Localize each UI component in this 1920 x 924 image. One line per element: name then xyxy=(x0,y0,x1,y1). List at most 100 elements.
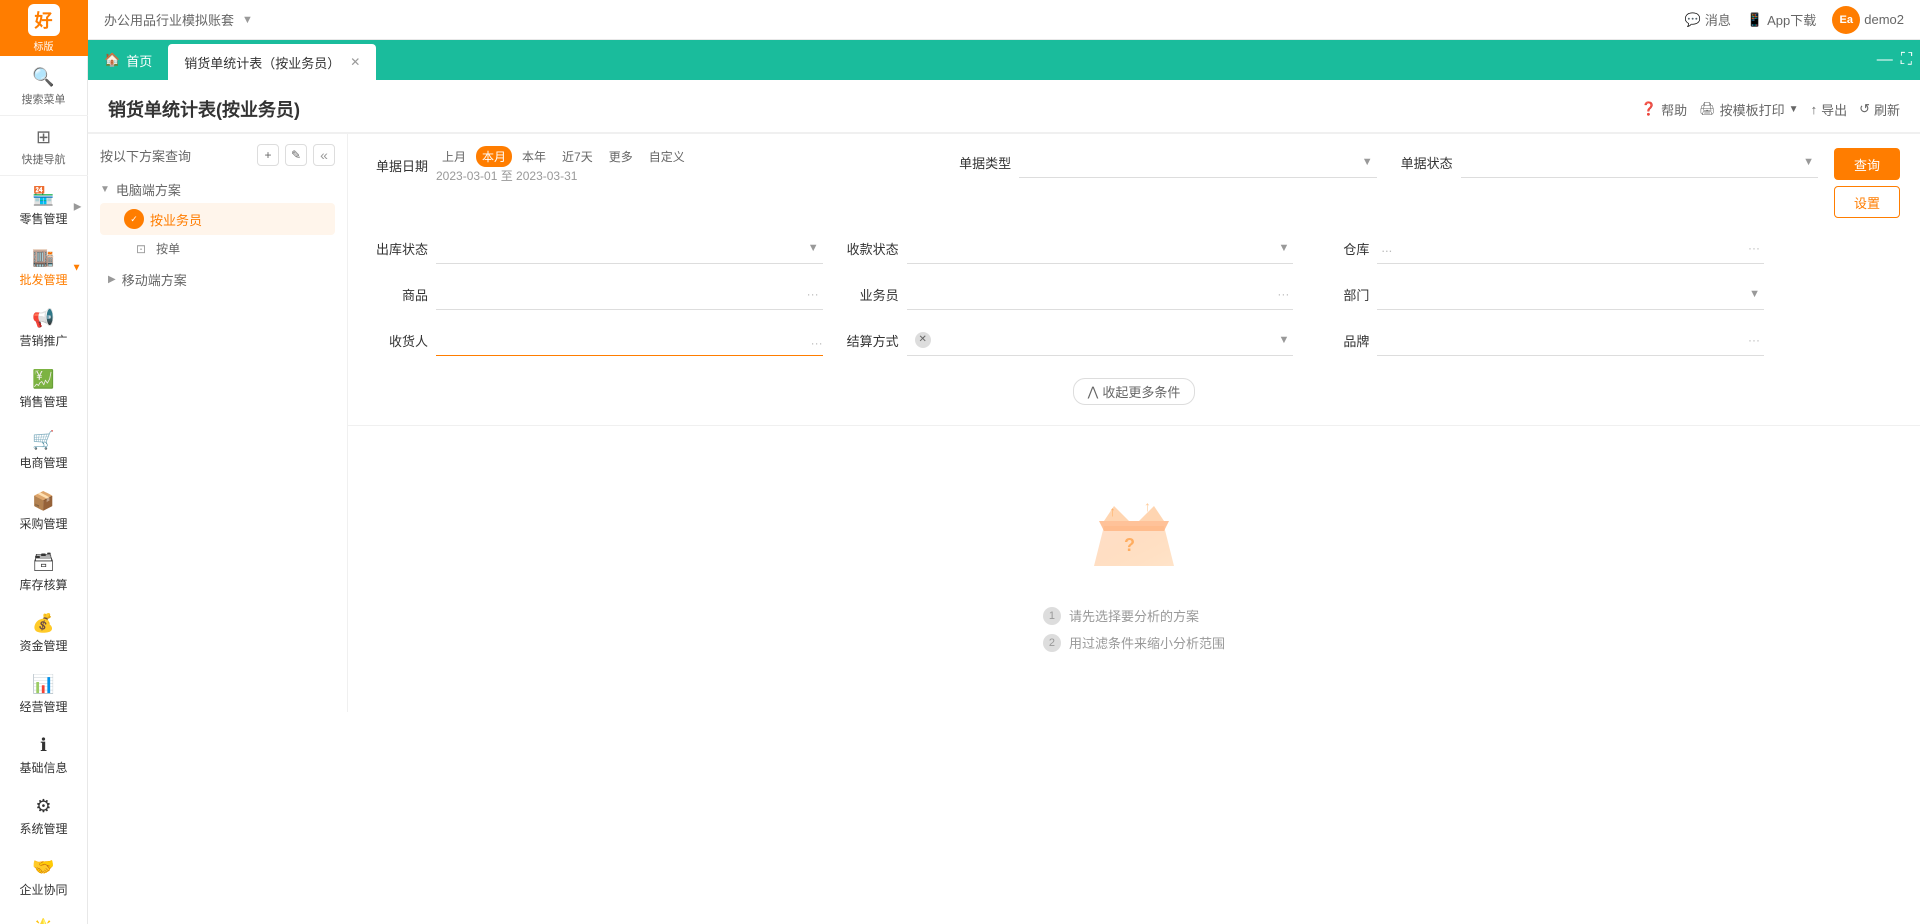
consignee-input[interactable] xyxy=(436,324,823,356)
svg-text:?: ? xyxy=(1124,535,1135,555)
sidebar-item-finance[interactable]: 💰 资金管理 xyxy=(0,603,88,664)
warehouse-more-icon: ··· xyxy=(1748,241,1760,255)
date-tab-7days[interactable]: 近7天 xyxy=(556,146,599,167)
receipt-status-arrow-icon: ▼ xyxy=(1278,242,1289,254)
collapse-conditions-btn[interactable]: ⋀ 收起更多条件 xyxy=(1073,378,1196,405)
minus-tab-icon[interactable]: — xyxy=(1877,51,1893,69)
sidebar-item-purchase[interactable]: 📦 采购管理 xyxy=(0,481,88,542)
management-icon: 📊 xyxy=(32,674,54,695)
tab-home[interactable]: 🏠 首页 xyxy=(88,40,168,80)
inventory-icon: 🗃 xyxy=(32,552,55,573)
sidebar-item-ecommerce[interactable]: 🛒 电商管理 xyxy=(0,420,88,481)
app-download-btn[interactable]: 📱 App下载 xyxy=(1747,10,1816,29)
sidebar-item-inventory[interactable]: 🗃 库存核算 xyxy=(0,542,88,603)
empty-state: ? ↑ ↑ 1 请先选择要分析的方案 2 xyxy=(348,426,1920,712)
out-status-select[interactable]: ▼ xyxy=(436,232,823,264)
export-btn[interactable]: ↑ 导出 xyxy=(1811,100,1848,119)
sidebar-item-search[interactable]: 🔍 搜索菜单 xyxy=(0,56,88,116)
payment-select[interactable]: ✕ ▼ xyxy=(907,324,1294,356)
brand-select[interactable]: ··· xyxy=(1377,324,1764,356)
template-print-dropdown-icon[interactable]: ▼ xyxy=(1789,104,1799,115)
edit-icon: ✎ xyxy=(291,148,301,162)
receipt-status-select[interactable]: ▼ xyxy=(907,232,1294,264)
salesperson-control: ··· xyxy=(907,278,1294,310)
sidebar-item-wholesale[interactable]: 🏬 批发管理 ▼ xyxy=(0,237,88,298)
breadcrumb-dropdown-icon[interactable]: ▼ xyxy=(242,14,253,26)
tip-num-2: 2 xyxy=(1043,634,1061,652)
user-profile[interactable]: Ea demo2 xyxy=(1832,6,1904,34)
doc-status-arrow-icon: ▼ xyxy=(1803,156,1814,168)
message-icon: 💬 xyxy=(1685,12,1701,28)
scheme-group-mobile-header[interactable]: ▶ 移动端方案 xyxy=(100,266,335,293)
help-icon: ❓ xyxy=(1641,101,1657,117)
date-tab-more[interactable]: 更多 xyxy=(603,146,639,167)
doc-type-select[interactable]: ▼ xyxy=(1019,146,1376,178)
goods-select[interactable]: ··· xyxy=(436,278,823,310)
dept-select[interactable]: ▼ xyxy=(1377,278,1764,310)
payment-arrow-icon: ▼ xyxy=(1278,334,1289,346)
date-range-text: 2023-03-01 至 2023-03-31 xyxy=(436,167,935,184)
sidebar-item-sales[interactable]: 💹 销售管理 xyxy=(0,359,88,420)
empty-tip-1: 1 请先选择要分析的方案 xyxy=(1043,606,1225,625)
help-btn[interactable]: ❓ 帮助 xyxy=(1641,100,1687,119)
message-btn[interactable]: 💬 消息 xyxy=(1685,10,1731,29)
date-tab-custom[interactable]: 自定义 xyxy=(643,146,691,167)
warehouse-label: 仓库 xyxy=(1309,239,1369,258)
grid-icon: ⊞ xyxy=(36,127,51,148)
maximize-tab-icon[interactable]: ⛶ xyxy=(1901,51,1912,69)
scheme-group-mobile-label: 移动端方案 xyxy=(122,270,187,289)
settings-button[interactable]: 设置 xyxy=(1834,186,1900,218)
sidebar-item-collab[interactable]: 🤝 企业协同 xyxy=(0,847,88,908)
salesperson-select[interactable]: ··· xyxy=(907,278,1294,310)
tab-close-icon[interactable]: ✕ xyxy=(350,55,360,69)
date-tab-this-month[interactable]: 本月 xyxy=(476,146,512,167)
doc-status-control: ▼ xyxy=(1461,146,1818,178)
filter-item-doc-status: 单据状态 ▼ xyxy=(1393,146,1818,178)
scheme-collapse-btn[interactable]: « xyxy=(313,144,335,166)
scheme-item-icon: ✓ xyxy=(124,209,144,229)
dept-control: ▼ xyxy=(1377,278,1764,310)
consignee-control: ··· xyxy=(436,324,823,356)
scheme-panel: 按以下方案查询 + ✎ « xyxy=(88,134,348,712)
filter-right: 单据日期 上月 本月 本年 近7天 更多 xyxy=(348,134,1920,712)
sidebar-item-marketing[interactable]: 📢 营销推广 xyxy=(0,298,88,359)
warehouse-select[interactable]: ... ··· xyxy=(1377,232,1764,264)
home-icon: 🏠 xyxy=(104,52,120,68)
tab-sales-stat[interactable]: 销货单统计表（按业务员） ✕ xyxy=(168,44,376,80)
date-control: 上月 本月 本年 近7天 更多 自定义 2023-03-01 至 xyxy=(436,146,935,184)
payment-close-btn[interactable]: ✕ xyxy=(915,332,931,348)
receipt-status-label: 收款状态 xyxy=(839,239,899,258)
topbar-breadcrumb[interactable]: 办公用品行业模拟账套 ▼ xyxy=(104,10,253,29)
sidebar-item-shortcut[interactable]: ⊞ 快捷导航 xyxy=(0,116,88,176)
download-icon: 📱 xyxy=(1747,12,1763,28)
collab-icon: 🤝 xyxy=(32,857,54,878)
scheme-item-salesperson[interactable]: ✓ 按业务员 xyxy=(100,203,335,235)
page-content: 销货单统计表(按业务员) ❓ 帮助 🖨 按模板打印 ▼ ↑ 导出 xyxy=(88,80,1920,924)
logo[interactable]: 好 标版 xyxy=(0,0,88,56)
scheme-sub-item-order[interactable]: ⊡ 按单 xyxy=(100,235,335,262)
scheme-add-btn[interactable]: + xyxy=(257,144,279,166)
scheme-tools: + ✎ « xyxy=(257,144,335,166)
filter-item-salesperson: 业务员 ··· xyxy=(839,278,1294,310)
scheme-group-pc-header[interactable]: ▼ 电脑端方案 xyxy=(100,176,335,203)
query-button[interactable]: 查询 xyxy=(1834,148,1900,180)
sidebar-item-management[interactable]: 📊 经营管理 xyxy=(0,664,88,725)
doc-status-select[interactable]: ▼ xyxy=(1461,146,1818,178)
dept-label: 部门 xyxy=(1309,285,1369,304)
date-tab-last-month[interactable]: 上月 xyxy=(436,146,472,167)
empty-illustration: ? ↑ ↑ xyxy=(1074,486,1194,586)
scheme-edit-btn[interactable]: ✎ xyxy=(285,144,307,166)
empty-tip-2: 2 用过滤条件来缩小分析范围 xyxy=(1043,633,1225,652)
out-status-label: 出库状态 xyxy=(368,239,428,258)
template-print-btn[interactable]: 🖨 按模板打印 ▼ xyxy=(1699,100,1798,119)
sidebar-item-guide[interactable]: 🌟 新手引导 xyxy=(0,908,88,924)
info-icon: ℹ xyxy=(40,735,47,756)
guide-icon: 🌟 xyxy=(32,918,54,924)
date-tab-this-year[interactable]: 本年 xyxy=(516,146,552,167)
refresh-btn[interactable]: ↺ 刷新 xyxy=(1859,100,1900,119)
sidebar-item-system[interactable]: ⚙ 系统管理 xyxy=(0,786,88,847)
sidebar-item-basic-info[interactable]: ℹ 基础信息 xyxy=(0,725,88,786)
dept-arrow-icon: ▼ xyxy=(1749,288,1760,300)
filter-item-receipt-status: 收款状态 ▼ xyxy=(839,232,1294,264)
sidebar-item-retail[interactable]: 🏪 零售管理 ▶ xyxy=(0,176,88,237)
